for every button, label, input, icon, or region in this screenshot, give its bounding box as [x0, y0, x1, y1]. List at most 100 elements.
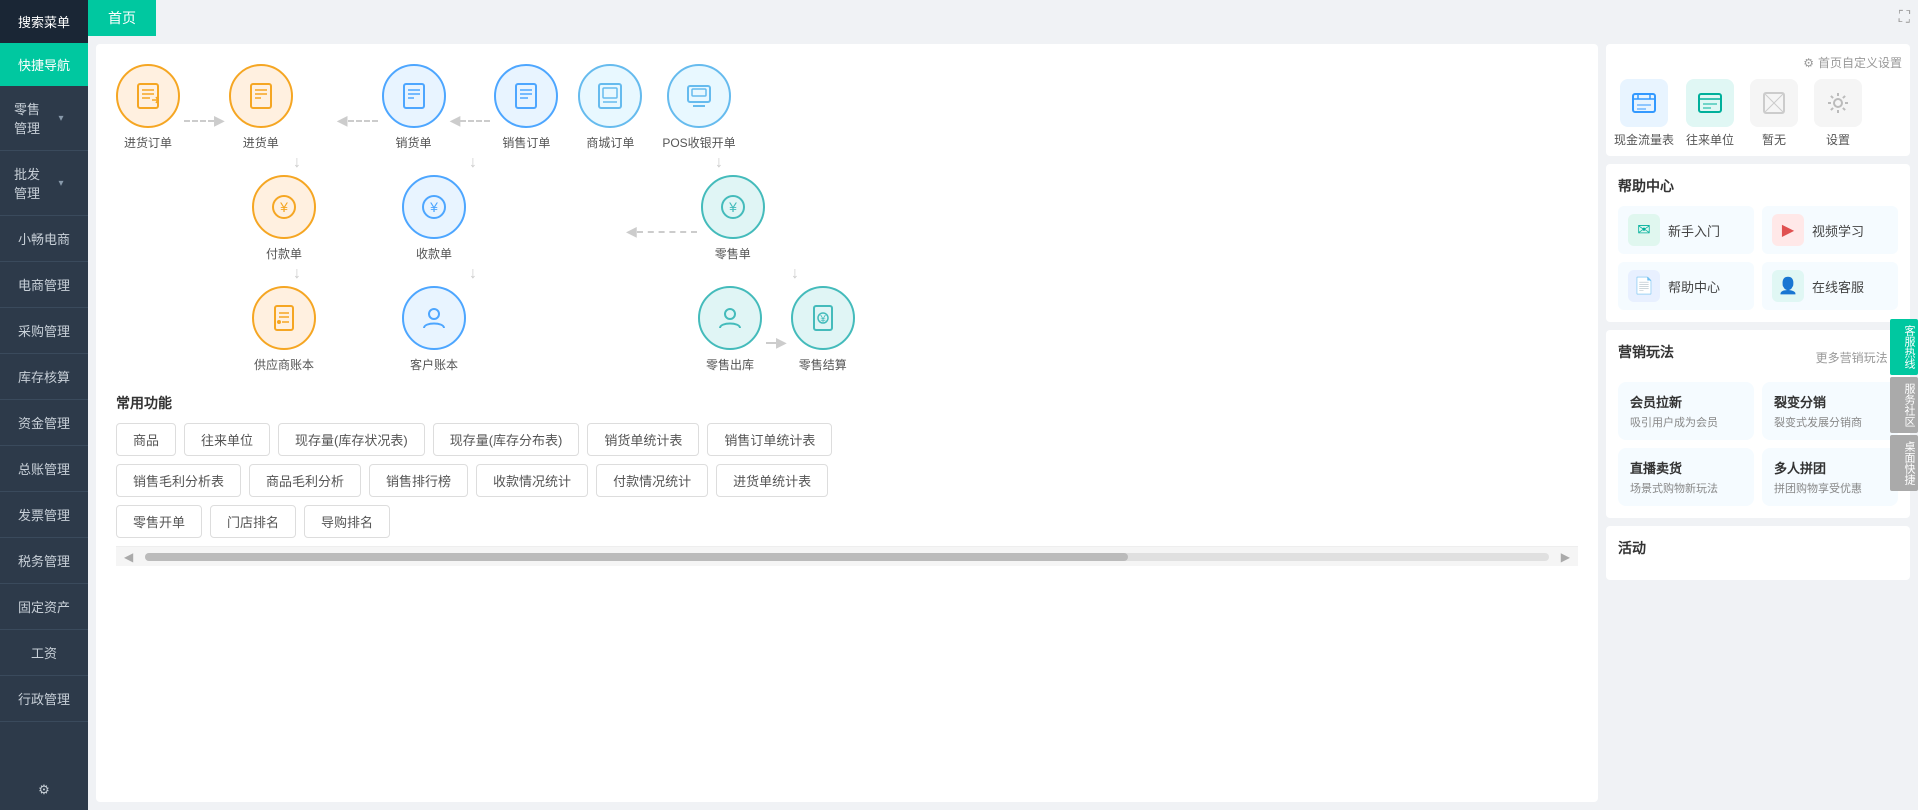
- partner-icon: [1686, 79, 1734, 127]
- func-btn-sales-profit[interactable]: 销售毛利分析表: [116, 464, 241, 497]
- qnt-header: ⚙ 首页自定义设置: [1614, 54, 1902, 71]
- marketing-item-member-sub: 吸引用户成为会员: [1630, 414, 1742, 430]
- sidebar-nav-highlight[interactable]: 快捷导航: [0, 43, 88, 86]
- sidebar-item-admin[interactable]: 行政管理: [0, 676, 88, 722]
- help-item-service[interactable]: 👤 在线客服: [1762, 262, 1898, 310]
- sidebar-item-inventory-label: 库存核算: [10, 367, 78, 386]
- sidebar-search[interactable]: 搜索菜单: [0, 0, 88, 43]
- sidebar-settings-button[interactable]: ⚙: [0, 770, 88, 810]
- qnt-item-cashflow-label: 现金流量表: [1614, 131, 1674, 148]
- help-item-video[interactable]: ▶ 视频学习: [1762, 206, 1898, 254]
- node-retail-out[interactable]: 零售出库: [698, 286, 762, 373]
- node-sales[interactable]: 销货单: [382, 64, 446, 151]
- marketing-item-member-title: 会员拉新: [1630, 392, 1742, 411]
- float-btn-service[interactable]: 客服热线: [1890, 319, 1918, 375]
- sidebar-item-ecom-mgmt[interactable]: 电商管理: [0, 262, 88, 308]
- svg-text:¥: ¥: [819, 314, 826, 325]
- func-btn-partner[interactable]: 往来单位: [184, 423, 270, 456]
- qnt-item-settings-label: 设置: [1826, 131, 1850, 148]
- sidebar-item-retail-label: 零售管理: [10, 99, 44, 137]
- marketing-grid: 会员拉新 吸引用户成为会员 裂变分销 裂变式发展分销商 直播卖货 场景式购物新玩…: [1618, 382, 1898, 506]
- node-retail-settlement[interactable]: ¥ 零售结算: [791, 286, 855, 373]
- sidebar-item-purchase[interactable]: 采购管理: [0, 308, 88, 354]
- func-btn-stock1[interactable]: 现存量(库存状况表): [278, 423, 425, 456]
- func-btn-sales-rank[interactable]: 销售排行榜: [369, 464, 468, 497]
- func-btn-sales-stat[interactable]: 销货单统计表: [587, 423, 699, 456]
- gear-icon: ⚙: [38, 782, 50, 797]
- marketing-item-group[interactable]: 多人拼团 拼团购物享受优惠: [1762, 448, 1898, 506]
- help-item-help[interactable]: 📄 帮助中心: [1618, 262, 1754, 310]
- func-btn-stock2[interactable]: 现存量(库存分布表): [433, 423, 580, 456]
- qnt-item-settings[interactable]: 设置: [1810, 79, 1866, 148]
- sidebar-item-ecom-mgmt-label: 电商管理: [10, 275, 78, 294]
- service-icon: 👤: [1772, 270, 1804, 302]
- node-payment[interactable]: ¥ 付款单: [252, 175, 316, 262]
- sidebar-item-invoice[interactable]: 发票管理: [0, 492, 88, 538]
- node-retail[interactable]: ¥ 零售单: [701, 175, 765, 262]
- node-mall-order[interactable]: 商城订单: [578, 64, 642, 151]
- func-btn-store-rank[interactable]: 门店排名: [210, 505, 296, 538]
- node-sales-order-label: 销售订单: [502, 134, 550, 151]
- marketing-section: 营销玩法 更多营销玩法 > 会员拉新 吸引用户成为会员 裂变分销 裂变式发展分销…: [1606, 330, 1910, 518]
- scroll-thumb: [145, 553, 1127, 561]
- func-btn-goods-profit[interactable]: 商品毛利分析: [249, 464, 361, 497]
- func-btn-receipt-stat[interactable]: 收款情况统计: [476, 464, 588, 497]
- help-item-video-label: 视频学习: [1812, 221, 1864, 240]
- tab-home[interactable]: 首页: [88, 0, 156, 36]
- common-functions: 常用功能 商品 往来单位 现存量(库存状况表) 现存量(库存分布表) 销货单统计…: [116, 393, 1578, 538]
- func-btn-sales-order-stat[interactable]: 销售订单统计表: [707, 423, 832, 456]
- node-receipt-label: 收款单: [416, 245, 452, 262]
- main-content: 首页 ⛶ 进货订单: [88, 0, 1918, 810]
- node-pos[interactable]: POS收银开单: [662, 64, 735, 151]
- marketing-item-fission[interactable]: 裂变分销 裂变式发展分销商: [1762, 382, 1898, 440]
- node-purchase-label: 进货单: [243, 134, 279, 151]
- marketing-more-button[interactable]: 更多营销玩法 >: [1816, 349, 1898, 366]
- node-purchase-order[interactable]: 进货订单: [116, 64, 180, 151]
- node-supplier-account[interactable]: 供应商账本: [252, 286, 316, 373]
- qnt-settings-label[interactable]: 首页自定义设置: [1818, 54, 1902, 71]
- func-btn-payment-stat[interactable]: 付款情况统计: [596, 464, 708, 497]
- float-buttons: 客服热线 服务社区 桌面快捷: [1890, 319, 1918, 491]
- sidebar-item-invoice-label: 发票管理: [10, 505, 78, 524]
- scroll-left-button[interactable]: ◀: [124, 550, 133, 564]
- chevron-down-icon: ▾: [44, 178, 78, 189]
- sidebar-item-finance[interactable]: 资金管理: [0, 400, 88, 446]
- node-purchase-order-label: 进货订单: [124, 134, 172, 151]
- help-item-beginner[interactable]: ✉ 新手入门: [1618, 206, 1754, 254]
- qnt-icons: 现金流量表 往来单位 暂无: [1614, 79, 1902, 148]
- sidebar-item-ledger[interactable]: 总账管理: [0, 446, 88, 492]
- node-receipt[interactable]: ¥ 收款单: [402, 175, 466, 262]
- node-purchase[interactable]: 进货单: [229, 64, 293, 151]
- sidebar-item-finance-label: 资金管理: [10, 413, 78, 432]
- qnt-item-cashflow[interactable]: 现金流量表: [1614, 79, 1674, 148]
- func-btn-purchase-stat[interactable]: 进货单统计表: [716, 464, 828, 497]
- help-item-beginner-label: 新手入门: [1668, 221, 1720, 240]
- func-btn-goods[interactable]: 商品: [116, 423, 176, 456]
- qnt-item-partner-label: 往来单位: [1686, 131, 1734, 148]
- qnt-item-partner[interactable]: 往来单位: [1682, 79, 1738, 148]
- sidebar: 搜索菜单 快捷导航 零售管理 ▾ 批发管理 ▾ 小畅电商 电商管理 采购管理 库…: [0, 0, 88, 810]
- node-sales-order[interactable]: 销售订单: [494, 64, 558, 151]
- bottom-scrollbar[interactable]: ◀ ▶: [116, 546, 1578, 566]
- scroll-right-button[interactable]: ▶: [1561, 550, 1570, 564]
- sidebar-item-payroll[interactable]: 工资: [0, 630, 88, 676]
- node-retail-out-label: 零售出库: [706, 356, 754, 373]
- marketing-item-live-title: 直播卖货: [1630, 458, 1742, 477]
- func-btn-guide-rank[interactable]: 导购排名: [304, 505, 390, 538]
- float-btn-desktop[interactable]: 桌面快捷: [1890, 435, 1918, 491]
- sidebar-item-tax[interactable]: 税务管理: [0, 538, 88, 584]
- expand-button[interactable]: ⛶: [1899, 9, 1918, 27]
- marketing-item-live[interactable]: 直播卖货 场景式购物新玩法: [1618, 448, 1754, 506]
- float-btn-community[interactable]: 服务社区: [1890, 377, 1918, 433]
- sidebar-item-wholesale[interactable]: 批发管理 ▾: [0, 151, 88, 216]
- func-btn-retail-order[interactable]: 零售开单: [116, 505, 202, 538]
- sidebar-item-retail[interactable]: 零售管理 ▾: [0, 86, 88, 151]
- marketing-item-member[interactable]: 会员拉新 吸引用户成为会员: [1618, 382, 1754, 440]
- help-item-service-label: 在线客服: [1812, 277, 1864, 296]
- qnt-item-none[interactable]: 暂无: [1746, 79, 1802, 148]
- sidebar-item-inventory[interactable]: 库存核算: [0, 354, 88, 400]
- sidebar-item-ecom[interactable]: 小畅电商: [0, 216, 88, 262]
- node-sales-label: 销货单: [396, 134, 432, 151]
- node-customer-account[interactable]: 客户账本: [402, 286, 466, 373]
- sidebar-item-assets[interactable]: 固定资产: [0, 584, 88, 630]
